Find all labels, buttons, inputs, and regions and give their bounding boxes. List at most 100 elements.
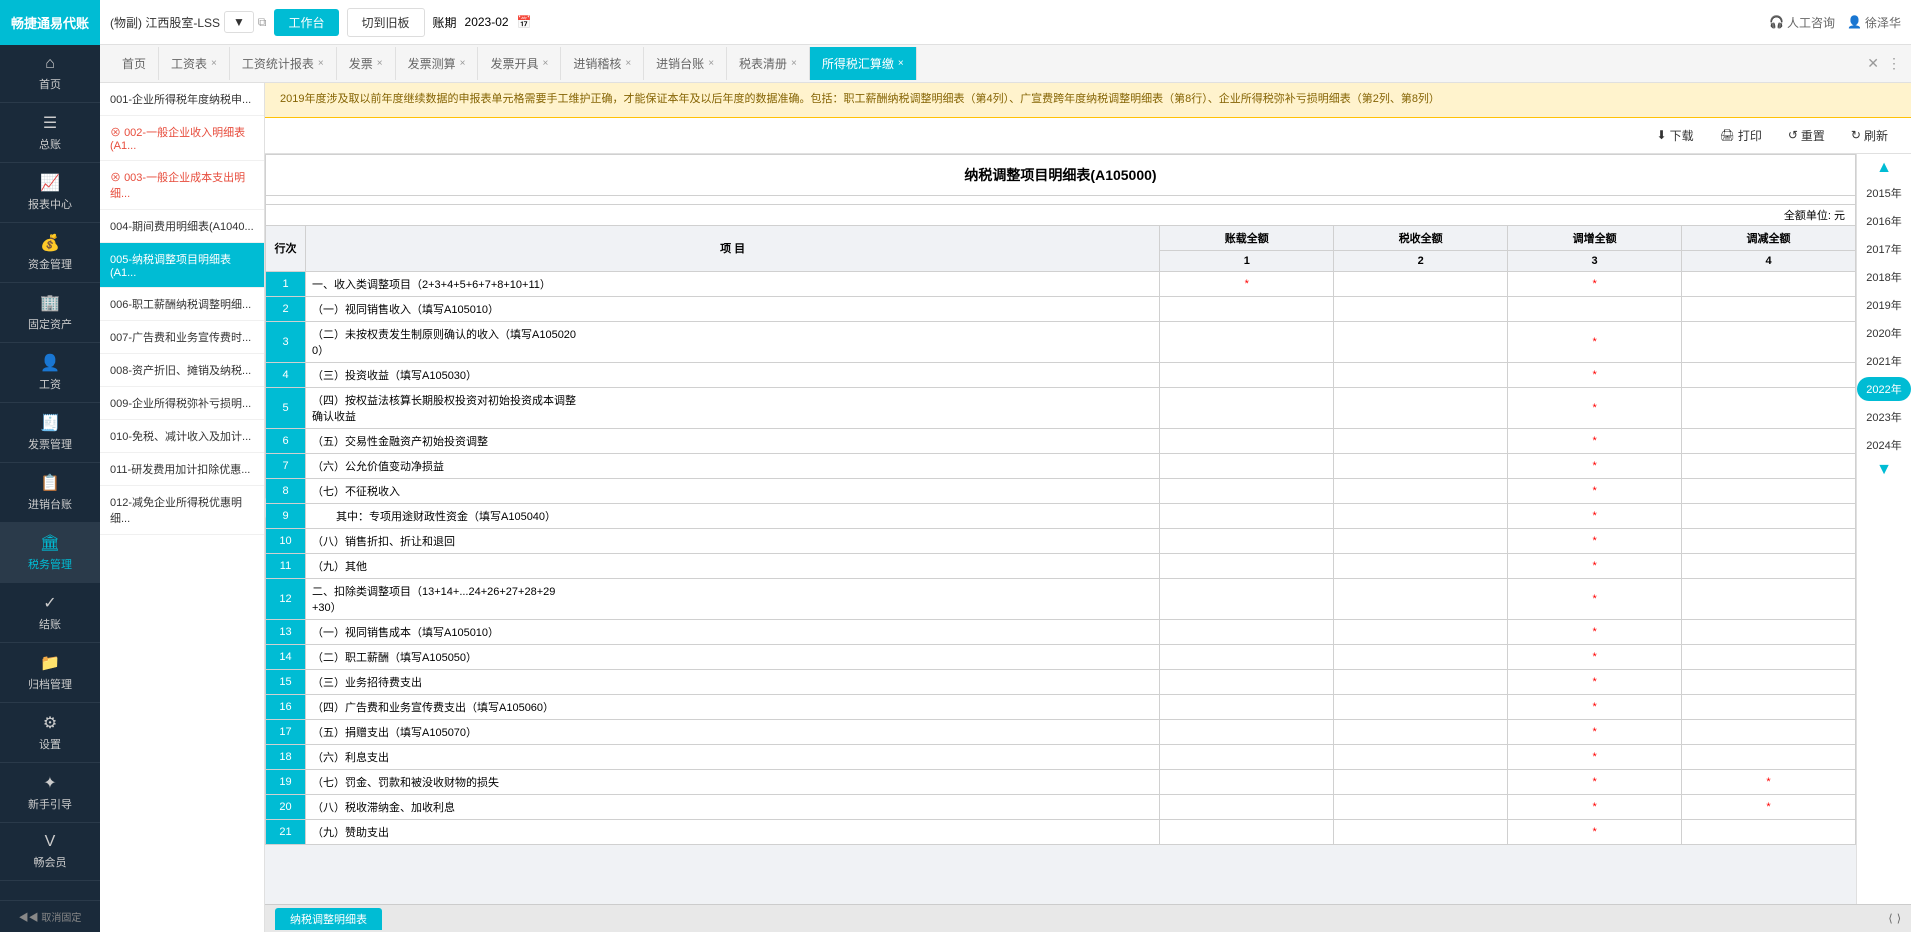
row-col3[interactable]: * <box>1508 321 1682 362</box>
row-col1[interactable] <box>1160 644 1334 669</box>
print-button[interactable]: 🖨 打印 <box>1712 124 1770 147</box>
left-item-006[interactable]: 006-职工薪酬纳税调整明细... <box>100 288 264 321</box>
year-down-button[interactable]: ▼ <box>1876 461 1892 479</box>
year-2023[interactable]: 2023年 <box>1857 405 1911 429</box>
download-button[interactable]: ⬇ 下载 <box>1649 124 1702 147</box>
tab-close-icon[interactable]: × <box>708 58 714 69</box>
year-2019[interactable]: 2019年 <box>1857 293 1911 317</box>
sidebar-item-purchase-sales[interactable]: 📋 进销台账 <box>0 463 100 523</box>
sidebar-item-closing[interactable]: ✓ 结账 <box>0 583 100 643</box>
sidebar-item-archive[interactable]: 📁 归档管理 <box>0 643 100 703</box>
sidebar-item-fixed-assets[interactable]: 🏢 固定资产 <box>0 283 100 343</box>
row-col1[interactable] <box>1160 694 1334 719</box>
row-col3[interactable]: * <box>1508 553 1682 578</box>
row-col3[interactable]: * <box>1508 619 1682 644</box>
row-col3[interactable]: * <box>1508 428 1682 453</box>
row-col1[interactable] <box>1160 428 1334 453</box>
service-button[interactable]: 🎧 人工咨询 <box>1769 14 1835 31</box>
left-item-007[interactable]: 007-广告费和业务宣传费时... <box>100 321 264 354</box>
row-col1[interactable]: * <box>1160 271 1334 296</box>
row-col1[interactable] <box>1160 528 1334 553</box>
row-col3[interactable]: * <box>1508 769 1682 794</box>
left-item-004[interactable]: 004-期间费用明细表(A1040... <box>100 210 264 243</box>
row-col3[interactable]: * <box>1508 478 1682 503</box>
tab-close-icon[interactable]: × <box>791 58 797 69</box>
row-col1[interactable] <box>1160 362 1334 387</box>
row-col1[interactable] <box>1160 719 1334 744</box>
row-col3[interactable]: * <box>1508 744 1682 769</box>
row-col4[interactable]: * <box>1682 794 1856 819</box>
year-2024[interactable]: 2024年 <box>1857 433 1911 457</box>
row-col1[interactable] <box>1160 819 1334 844</box>
year-2021[interactable]: 2021年 <box>1857 349 1911 373</box>
calendar-icon[interactable]: 📅 <box>517 15 532 29</box>
year-2017[interactable]: 2017年 <box>1857 237 1911 261</box>
tab-purchase-check[interactable]: 进销稽核 × <box>561 47 644 80</box>
row-col1[interactable] <box>1160 794 1334 819</box>
tab-close-icon[interactable]: × <box>460 58 466 69</box>
copy-icon[interactable]: ⧉ <box>258 15 267 30</box>
sidebar-item-guide[interactable]: ✦ 新手引导 <box>0 763 100 823</box>
sidebar-item-report-center[interactable]: 📈 报表中心 <box>0 163 100 223</box>
sidebar-pin-toggle[interactable]: ◀◀ 取消固定 <box>0 900 100 932</box>
expand-icon[interactable]: ⋮ <box>1887 55 1901 72</box>
tab-purchase-ledger[interactable]: 进销台账 × <box>644 47 727 80</box>
sidebar-item-invoice[interactable]: 🧾 发票管理 <box>0 403 100 463</box>
tab-close-active-icon[interactable]: × <box>898 58 904 69</box>
sidebar-item-finance[interactable]: 💰 资金管理 <box>0 223 100 283</box>
row-col1[interactable] <box>1160 769 1334 794</box>
period-value[interactable]: 2023-02 <box>465 15 509 29</box>
tab-invoice-issue[interactable]: 发票开具 × <box>478 47 561 80</box>
old-version-button[interactable]: 切到旧板 <box>347 8 425 37</box>
row-col1[interactable] <box>1160 478 1334 503</box>
sidebar-item-settings[interactable]: ⚙ 设置 <box>0 703 100 763</box>
reset-button[interactable]: ↺ 重置 <box>1780 124 1833 147</box>
tab-close-icon[interactable]: × <box>318 58 324 69</box>
left-item-005[interactable]: 005-纳税调整项目明细表(A1... <box>100 243 264 288</box>
tab-close-icon[interactable]: × <box>625 58 631 69</box>
row-col3[interactable]: * <box>1508 271 1682 296</box>
sidebar-item-payroll[interactable]: 👤 工资 <box>0 343 100 403</box>
row-col1[interactable] <box>1160 578 1334 619</box>
left-item-008[interactable]: 008-资产折旧、摊销及纳税... <box>100 354 264 387</box>
row-col3[interactable]: * <box>1508 503 1682 528</box>
tab-invoice-calc[interactable]: 发票测算 × <box>396 47 479 80</box>
tab-payroll-stats[interactable]: 工资统计报表 × <box>230 47 337 80</box>
workbench-button[interactable]: 工作台 <box>274 9 338 36</box>
left-item-012[interactable]: 012-减免企业所得税优惠明细... <box>100 486 264 535</box>
bottom-nav-right[interactable]: ⟩ <box>1897 912 1901 925</box>
year-up-button[interactable]: ▲ <box>1876 159 1892 177</box>
year-2020[interactable]: 2020年 <box>1857 321 1911 345</box>
sidebar-item-general-ledger[interactable]: ☰ 总账 <box>0 103 100 163</box>
tab-invoice[interactable]: 发票 × <box>337 47 396 80</box>
sidebar-item-home[interactable]: ⌂ 首页 <box>0 45 100 103</box>
row-col1[interactable] <box>1160 553 1334 578</box>
tab-tax-list[interactable]: 税表清册 × <box>727 47 810 80</box>
row-col4[interactable]: * <box>1682 769 1856 794</box>
company-dropdown[interactable]: ▼ <box>224 11 254 33</box>
tab-income-tax[interactable]: 所得税汇算缴 × <box>810 47 917 80</box>
row-col1[interactable] <box>1160 744 1334 769</box>
left-item-011[interactable]: 011-研发费用加计扣除优惠... <box>100 453 264 486</box>
row-col1[interactable] <box>1160 619 1334 644</box>
left-item-009[interactable]: 009-企业所得税弥补亏损明... <box>100 387 264 420</box>
row-col3[interactable]: * <box>1508 578 1682 619</box>
tab-close-icon[interactable]: × <box>211 58 217 69</box>
row-col1[interactable] <box>1160 669 1334 694</box>
row-col3[interactable]: * <box>1508 453 1682 478</box>
tab-close-icon[interactable]: × <box>377 58 383 69</box>
refresh-button[interactable]: ↻ 刷新 <box>1843 124 1896 147</box>
row-col3[interactable]: * <box>1508 528 1682 553</box>
bottom-nav-left[interactable]: ⟨ <box>1888 912 1892 925</box>
year-2022[interactable]: 2022年 <box>1857 377 1911 401</box>
year-2015[interactable]: 2015年 <box>1857 181 1911 205</box>
row-col3[interactable]: * <box>1508 644 1682 669</box>
row-col3[interactable]: * <box>1508 719 1682 744</box>
year-2016[interactable]: 2016年 <box>1857 209 1911 233</box>
sidebar-item-tax[interactable]: 🏛 税务管理 <box>0 523 100 583</box>
row-col3[interactable]: * <box>1508 669 1682 694</box>
row-col3[interactable]: * <box>1508 694 1682 719</box>
left-item-003[interactable]: ⊗ 003-一般企业成本支出明细... <box>100 161 264 210</box>
row-col3[interactable]: * <box>1508 387 1682 428</box>
row-col1[interactable] <box>1160 387 1334 428</box>
